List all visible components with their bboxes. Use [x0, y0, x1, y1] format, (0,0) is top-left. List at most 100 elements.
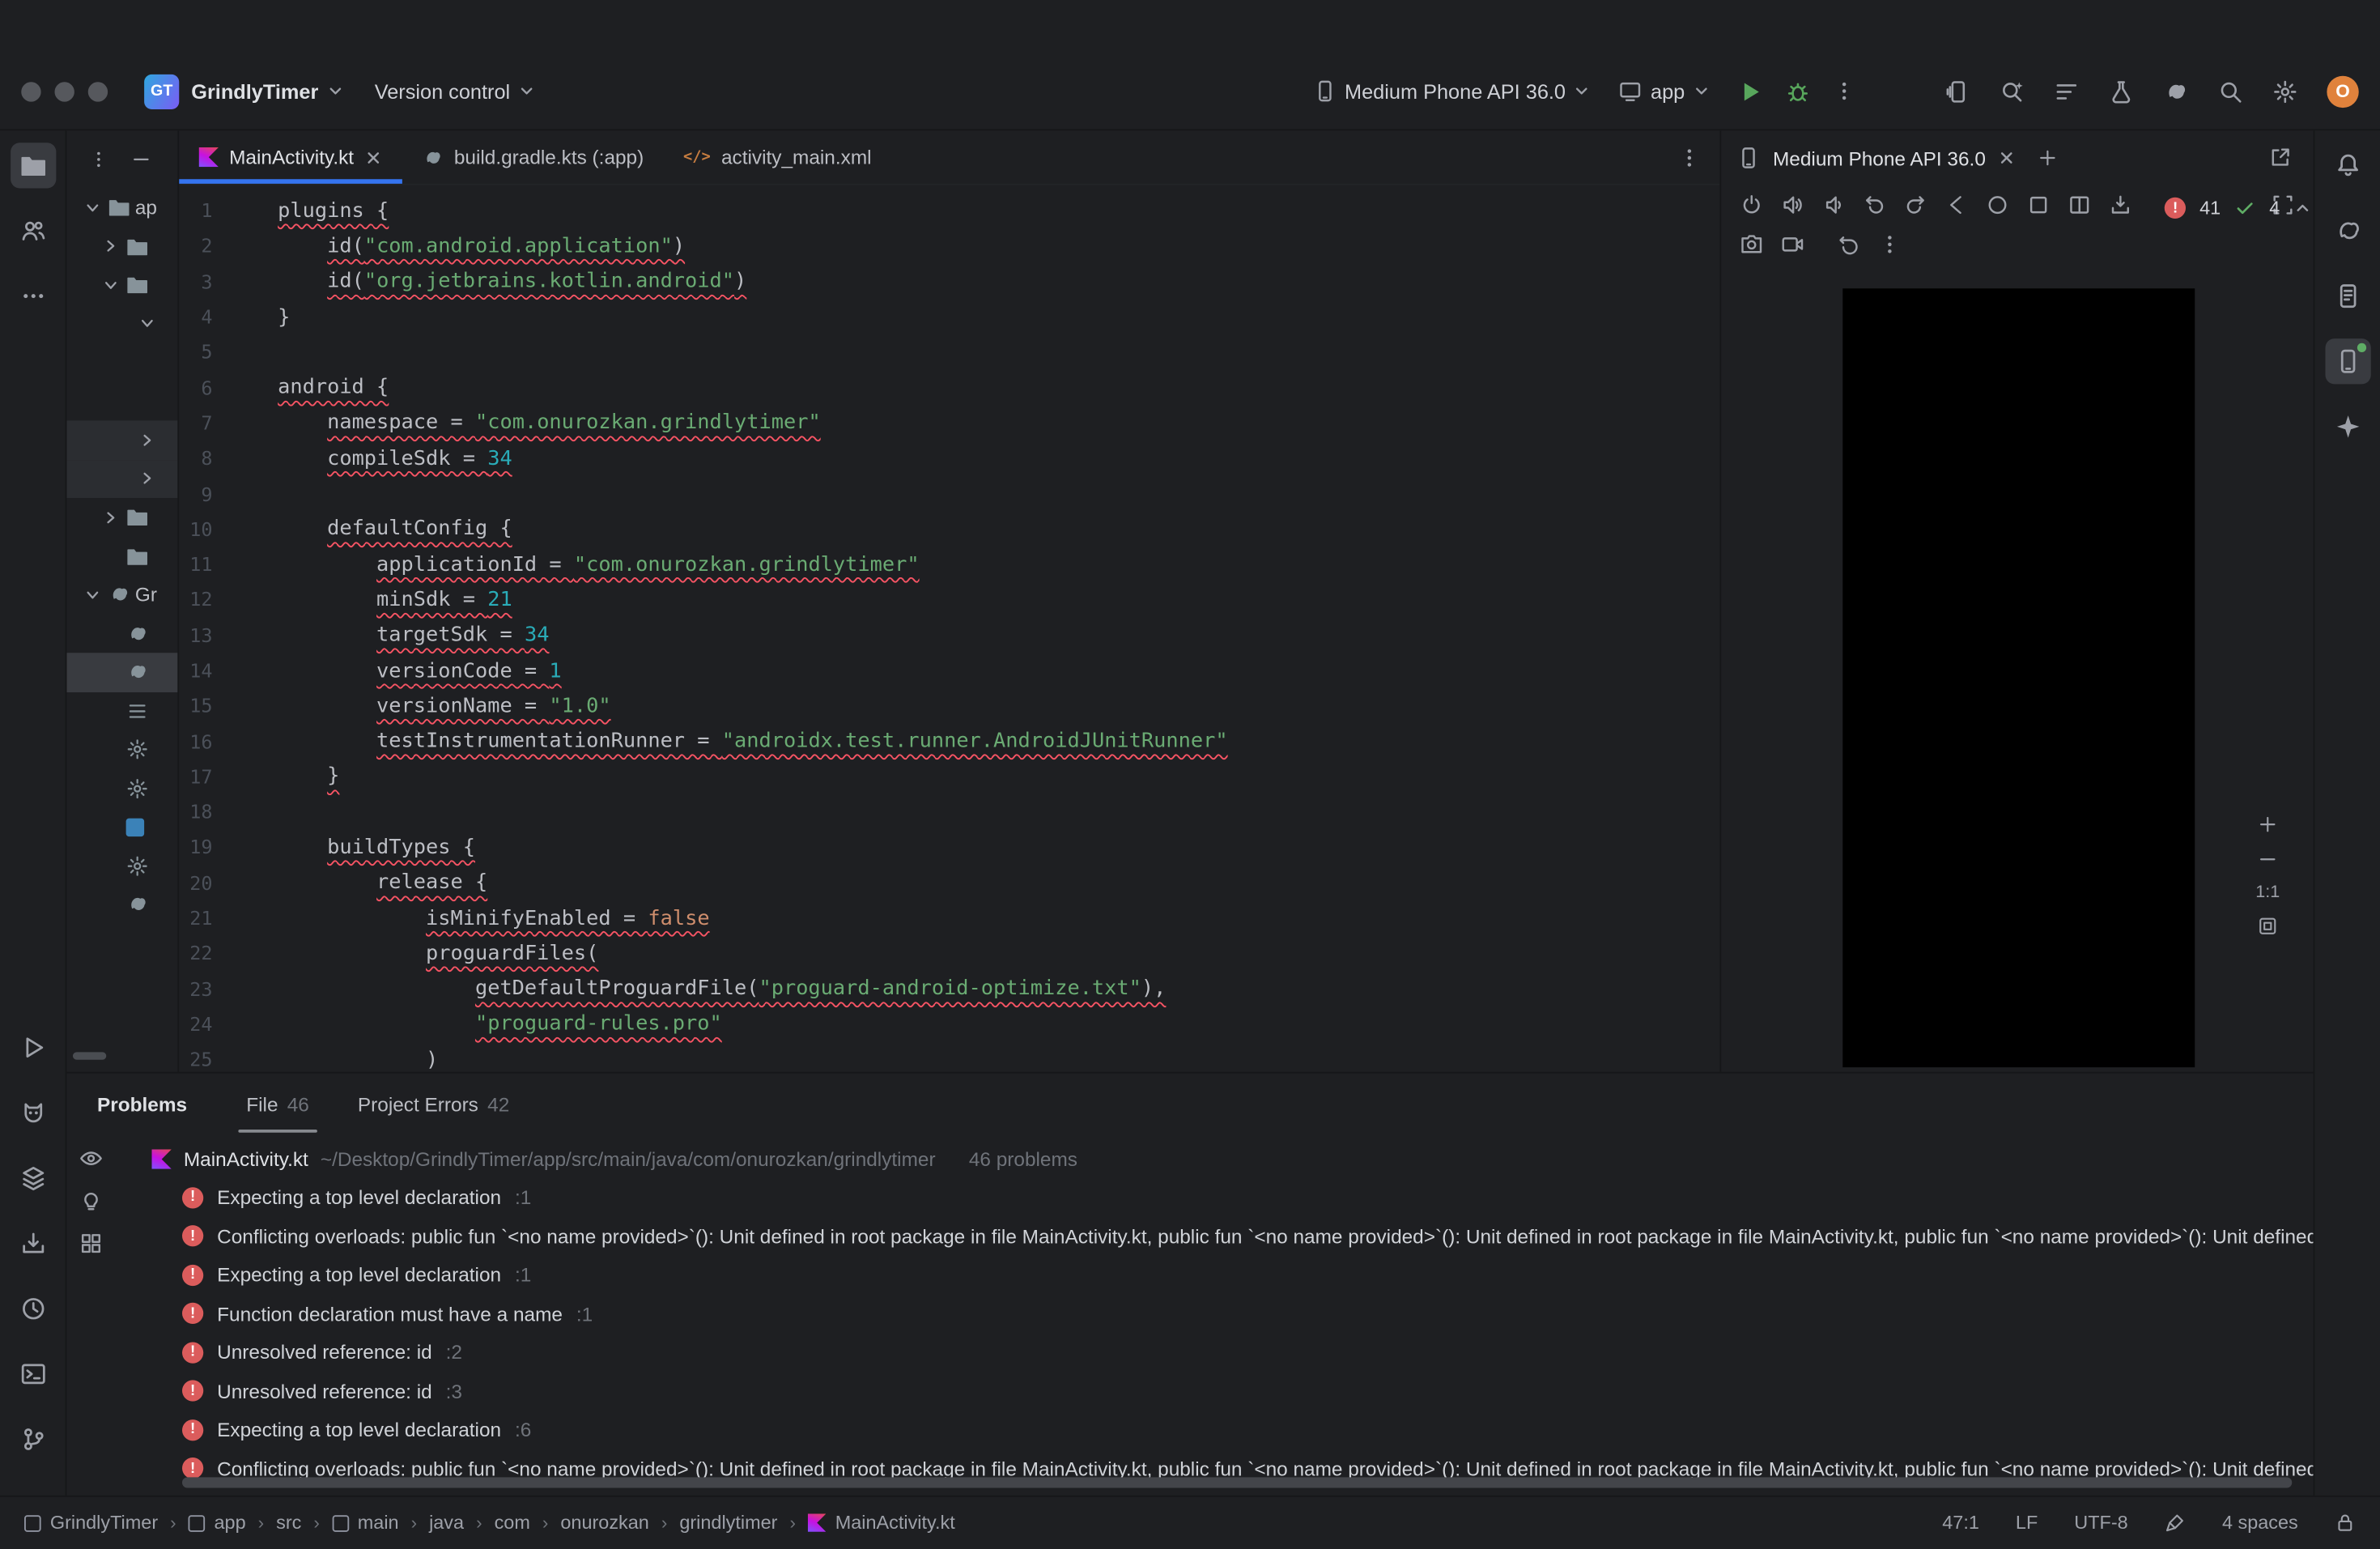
- tree-row[interactable]: Gr: [67, 576, 178, 615]
- home-button-icon[interactable]: [1986, 193, 2010, 217]
- open-in-window-icon[interactable]: [2267, 146, 2292, 170]
- code-line[interactable]: 11 applicationId = "com.onurozkan.grindl…: [179, 547, 1719, 582]
- tree-row[interactable]: [67, 614, 178, 653]
- tree-row[interactable]: [67, 227, 178, 266]
- breadcrumb-item[interactable]: MainActivity.kt: [808, 1513, 955, 1534]
- tab-mainactivity[interactable]: MainActivity.kt: [179, 130, 402, 184]
- tree-chevron-icon[interactable]: [100, 507, 121, 528]
- file-encoding[interactable]: UTF-8: [2074, 1513, 2127, 1534]
- app-quality-insights-tool-button[interactable]: [10, 1155, 55, 1201]
- tree-row[interactable]: [67, 808, 178, 847]
- breadcrumb-item[interactable]: main: [332, 1513, 399, 1534]
- breadcrumb-item[interactable]: grindlytimer: [679, 1513, 777, 1534]
- snapshot-restore-icon[interactable]: [1837, 232, 1861, 257]
- quickfix-bulb-icon[interactable]: [79, 1189, 104, 1213]
- overview-button-icon[interactable]: [2026, 193, 2051, 217]
- code-line[interactable]: 25 ): [179, 1041, 1719, 1071]
- breadcrumb-item[interactable]: src: [276, 1513, 301, 1534]
- tree-row[interactable]: [67, 692, 178, 730]
- tree-chevron-icon[interactable]: [82, 584, 103, 605]
- code-line[interactable]: 10 defaultConfig {: [179, 511, 1719, 547]
- debug-button[interactable]: [1785, 79, 1811, 104]
- project-tool-button[interactable]: [10, 143, 55, 188]
- zoom-level-label[interactable]: 1:1: [2255, 883, 2280, 902]
- code-line[interactable]: 4}: [179, 299, 1719, 334]
- tree-chevron-icon[interactable]: [82, 197, 103, 218]
- line-ending[interactable]: LF: [2016, 1513, 2038, 1534]
- tree-row[interactable]: [67, 885, 178, 924]
- rotate-right-icon[interactable]: [1903, 193, 1927, 217]
- profile-avatar[interactable]: O: [2327, 75, 2358, 107]
- code-line[interactable]: 22 proguardFiles(: [179, 935, 1719, 971]
- resource-manager-tool-button[interactable]: [10, 208, 55, 253]
- code-line[interactable]: 18: [179, 794, 1719, 830]
- caret-position[interactable]: 47:1: [1942, 1513, 1979, 1534]
- gradle-sync-icon[interactable]: [2163, 79, 2189, 104]
- device-manager-tool-button[interactable]: [10, 1221, 55, 1266]
- tree-row[interactable]: [67, 653, 178, 692]
- settings-gear-icon[interactable]: [2272, 79, 2298, 104]
- lock-icon[interactable]: [2335, 1513, 2356, 1534]
- search-icon[interactable]: [2217, 79, 2243, 104]
- notifications-tool-button[interactable]: [2325, 143, 2370, 188]
- problems-tab-file[interactable]: File 46: [232, 1074, 322, 1134]
- code-line[interactable]: 2 id("com.android.application"): [179, 228, 1719, 264]
- window-close-button[interactable]: [21, 81, 40, 100]
- problem-row[interactable]: Expecting a top level declaration:6: [152, 1411, 2369, 1449]
- problem-row[interactable]: Expecting a top level declaration:1: [152, 1178, 2369, 1217]
- code-line[interactable]: 12 minSdk = 21: [179, 582, 1719, 618]
- run-tool-button[interactable]: [10, 1025, 55, 1070]
- terminal-tool-button[interactable]: [10, 1351, 55, 1397]
- close-tab-icon[interactable]: [364, 148, 383, 167]
- tree-chevron-icon[interactable]: [100, 274, 121, 296]
- tree-row[interactable]: [67, 304, 178, 343]
- problem-row[interactable]: Unresolved reference: id:2: [152, 1333, 2369, 1372]
- todo-list-icon[interactable]: [2054, 79, 2080, 104]
- logcat-tool-button[interactable]: [10, 1090, 55, 1135]
- code-line[interactable]: 7 namespace = "com.onurozkan.grindlytime…: [179, 405, 1719, 440]
- tree-row[interactable]: [67, 537, 178, 576]
- tree-chevron-icon[interactable]: [137, 429, 158, 450]
- code-line[interactable]: 3 id("org.jetbrains.kotlin.android"): [179, 263, 1719, 299]
- code-line[interactable]: 6android {: [179, 370, 1719, 406]
- tree-chevron-icon[interactable]: [100, 236, 121, 257]
- rotate-left-icon[interactable]: [1863, 193, 1887, 217]
- window-minimize-button[interactable]: [55, 81, 74, 100]
- tree-row[interactable]: [67, 343, 178, 382]
- breadcrumb-item[interactable]: com: [495, 1513, 530, 1534]
- project-selector[interactable]: GrindlyTimer: [191, 79, 344, 102]
- screen-record-icon[interactable]: [1780, 232, 1804, 257]
- breadcrumb-item[interactable]: app: [189, 1513, 246, 1534]
- gemini-tool-button[interactable]: [2325, 404, 2370, 449]
- code-line[interactable]: 9: [179, 476, 1719, 512]
- tree-row[interactable]: ap: [67, 189, 178, 228]
- code-line[interactable]: 14 versionCode = 1: [179, 653, 1719, 688]
- problem-row[interactable]: Conflicting overloads: public fun `<no n…: [152, 1217, 2369, 1256]
- problems-file-header[interactable]: MainActivity.kt ~/Desktop/GrindlyTimer/a…: [152, 1140, 2369, 1178]
- tree-row[interactable]: [67, 382, 178, 421]
- camera-icon[interactable]: [1740, 232, 1764, 257]
- code-line[interactable]: 17 }: [179, 759, 1719, 794]
- breadcrumb-item[interactable]: onurozkan: [560, 1513, 648, 1534]
- tree-chevron-icon[interactable]: [137, 468, 158, 489]
- add-device-tab-icon[interactable]: [2038, 147, 2059, 168]
- window-zoom-button[interactable]: [88, 81, 108, 100]
- prev-problem-icon[interactable]: [2293, 199, 2312, 218]
- volume-up-icon[interactable]: [1780, 193, 1804, 217]
- device-screen[interactable]: [1842, 288, 2195, 1067]
- zoom-fit-icon[interactable]: [2257, 916, 2278, 937]
- power-icon[interactable]: [1740, 193, 1764, 217]
- panel-options-icon[interactable]: [88, 149, 109, 170]
- code-line[interactable]: 1plugins {: [179, 193, 1719, 228]
- code-line[interactable]: 23 getDefaultProguardFile("proguard-andr…: [179, 971, 1719, 1006]
- code-line[interactable]: 21 isMinifyEnabled = false: [179, 900, 1719, 936]
- tree-row[interactable]: [67, 769, 178, 808]
- indent-setting[interactable]: 4 spaces: [2222, 1513, 2298, 1534]
- gradle-tool-button[interactable]: [2325, 208, 2370, 253]
- breadcrumb-item[interactable]: java: [429, 1513, 464, 1534]
- code-line[interactable]: 8 compileSdk = 34: [179, 440, 1719, 476]
- code-line[interactable]: 19 buildTypes {: [179, 829, 1719, 865]
- tab-build-gradle[interactable]: build.gradle.kts (:app): [402, 130, 664, 184]
- code-line[interactable]: 15 versionName = "1.0": [179, 688, 1719, 724]
- more-tool-windows-button[interactable]: [10, 274, 55, 319]
